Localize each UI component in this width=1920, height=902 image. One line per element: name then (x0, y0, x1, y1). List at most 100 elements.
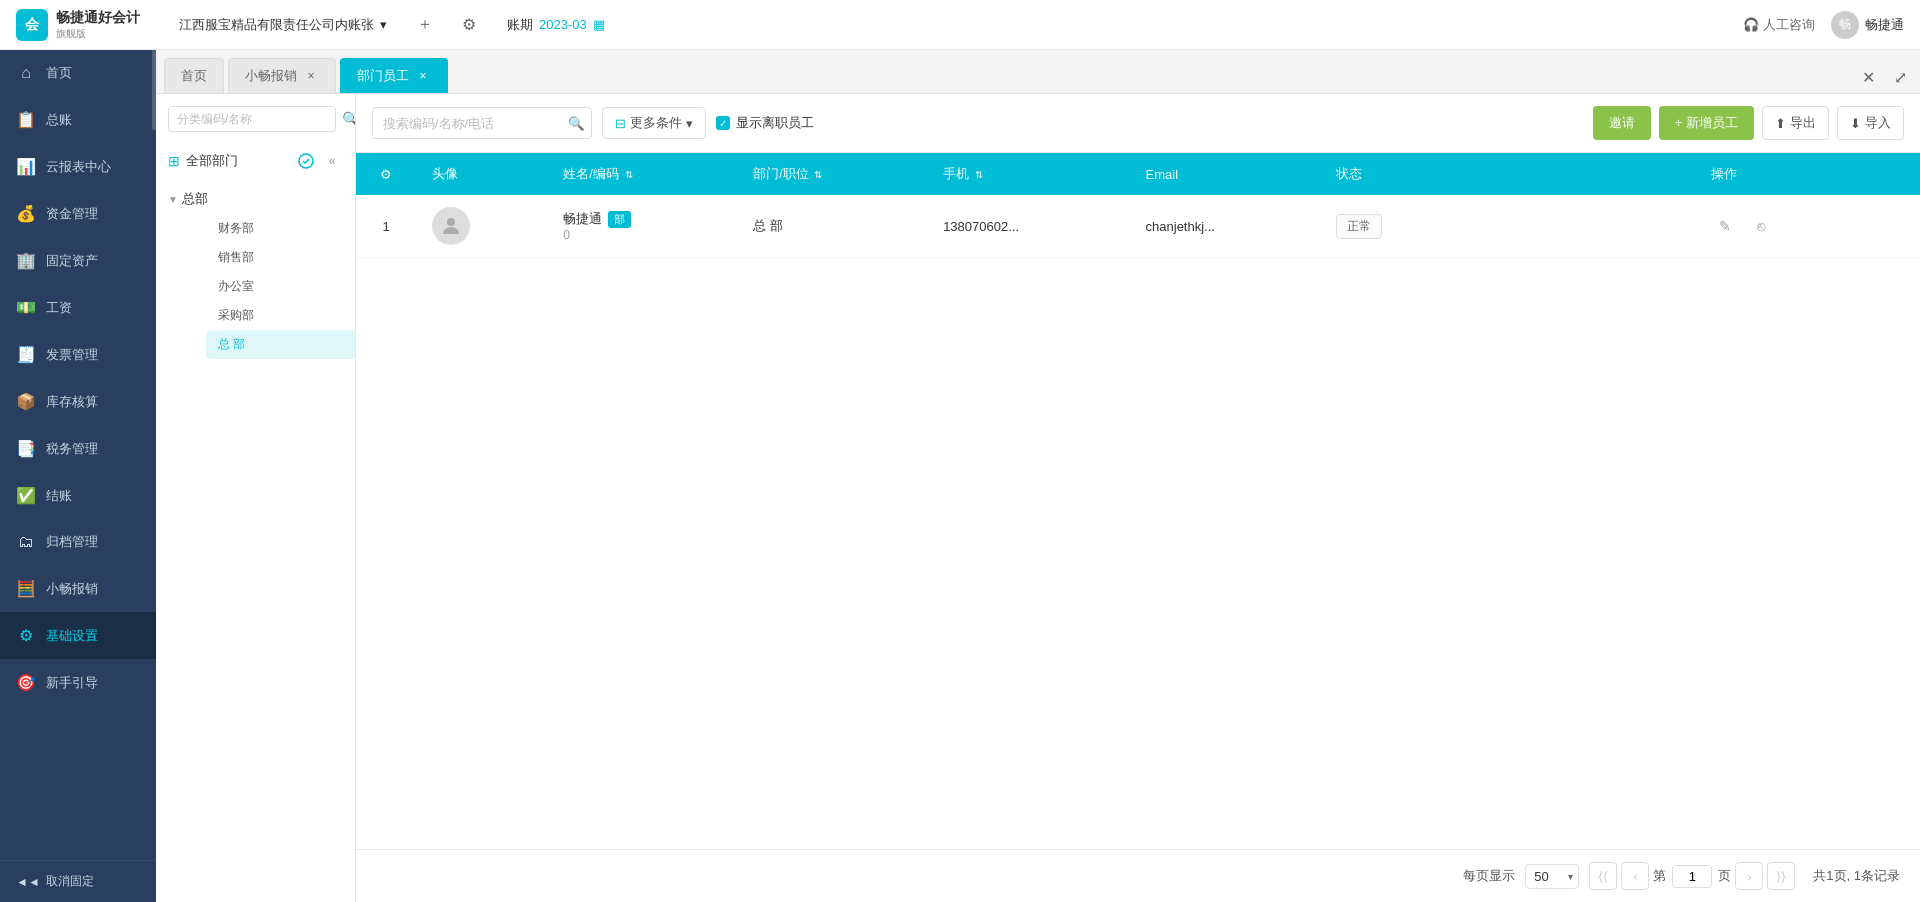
sidebar-item-reports[interactable]: 📊 云报表中心 (0, 143, 156, 190)
search-input[interactable] (373, 110, 561, 137)
sidebar-item-home[interactable]: ⌂ 首页 (0, 50, 156, 96)
add-tab-button[interactable]: ＋ (411, 11, 439, 39)
next-page-button[interactable]: › (1735, 862, 1763, 890)
dept-search-area: 🔍 (156, 106, 355, 142)
sidebar-item-inventory[interactable]: 📦 库存核算 (0, 378, 156, 425)
dept-search-input[interactable] (168, 106, 336, 132)
employee-tag: 部 (608, 211, 631, 228)
home-icon: ⌂ (16, 64, 36, 82)
tab-home[interactable]: 首页 (164, 58, 224, 93)
filter-button[interactable]: ⊟ 更多条件 ▾ (602, 107, 706, 139)
col-name-code[interactable]: 姓名/编码 ⇅ (547, 153, 737, 195)
sidebar-item-guide[interactable]: 🎯 新手引导 (0, 659, 156, 706)
page-label: 第 (1653, 867, 1666, 885)
dept-search-icon[interactable]: 🔍 (342, 111, 356, 127)
company-selector[interactable]: 江西服宝精品有限责任公司内账张 ▾ (171, 12, 395, 38)
show-resigned-checkbox-label[interactable]: ✓ 显示离职员工 (716, 114, 814, 132)
dept-child-office[interactable]: 办公室 (206, 272, 355, 301)
service-button[interactable]: 🎧 人工咨询 (1743, 16, 1815, 34)
dept-child-finance[interactable]: 财务部 (206, 214, 355, 243)
dept-tree: ▼ 总部 财务部 销售部 办公室 采购 (156, 180, 355, 363)
sidebar-unpin-button[interactable]: ◄◄ 取消固定 (0, 860, 156, 902)
sidebar-item-fixed-assets[interactable]: 🏢 固定资产 (0, 237, 156, 284)
sidebar-label-inventory: 库存核算 (46, 393, 98, 411)
service-label: 人工咨询 (1763, 16, 1815, 34)
user-area[interactable]: 畅 畅捷通 (1831, 11, 1904, 39)
sidebar-item-salary[interactable]: 💵 工资 (0, 284, 156, 331)
dept-group-root[interactable]: ▼ 总部 (156, 184, 355, 214)
dept-child-procurement[interactable]: 采购部 (206, 301, 355, 330)
finance-icon: 💰 (16, 204, 36, 223)
tab-xiaochang-close[interactable]: × (303, 68, 319, 84)
employee-code: 0 (563, 228, 721, 242)
tab-dept-close[interactable]: × (415, 68, 431, 84)
page-size-select-wrap: 10 20 50 100 (1525, 864, 1579, 889)
invite-button[interactable]: 邀请 (1593, 106, 1651, 140)
sidebar-item-archive[interactable]: 🗂 归档管理 (0, 519, 156, 565)
accounting-period[interactable]: 账期 2023-03 ▦ (507, 16, 605, 34)
current-page-input[interactable] (1672, 865, 1712, 888)
row-actions-cell: ✎ ⎋ (1695, 195, 1920, 258)
tab-xiaochang[interactable]: 小畅报销 × (228, 58, 336, 93)
col-dept-position[interactable]: 部门/职位 ⇅ (737, 153, 927, 195)
page-size-select[interactable]: 10 20 50 100 (1525, 864, 1579, 889)
first-page-button[interactable]: ⟨⟨ (1589, 862, 1617, 890)
dept-child-sales[interactable]: 销售部 (206, 243, 355, 272)
col-settings[interactable]: ⚙ (356, 153, 416, 195)
tab-actions: ✕ ⤢ (1856, 65, 1912, 93)
tab-dept-employee[interactable]: 部门员工 × (340, 58, 448, 93)
archive-icon: 🗂 (16, 533, 36, 551)
sidebar-item-settings[interactable]: ⚙ 基础设置 (0, 612, 156, 659)
search-icon: 🔍 (568, 116, 585, 131)
edit-employee-button[interactable]: ✎ (1711, 212, 1739, 240)
col-phone[interactable]: 手机 ⇅ (927, 153, 1129, 195)
row-index: 1 (356, 195, 416, 258)
expand-window-button[interactable]: ⤢ (1888, 65, 1912, 89)
settings-button[interactable]: ⚙ (455, 11, 483, 39)
sidebar-item-tax[interactable]: 📑 税务管理 (0, 425, 156, 472)
sidebar-item-xiaochang[interactable]: 🧮 小畅报销 (0, 565, 156, 612)
company-name: 江西服宝精品有限责任公司内账张 (179, 16, 374, 34)
dept-header-actions: « (295, 150, 343, 172)
employee-email: chanjethkj... (1146, 219, 1215, 234)
row-phone-cell: 138070602... (927, 195, 1129, 258)
sidebar-label-fixed-assets: 固定资产 (46, 252, 98, 270)
prev-page-button[interactable]: ‹ (1621, 862, 1649, 890)
dept-collapse-button[interactable]: « (321, 150, 343, 172)
sidebar-item-general-ledger[interactable]: 📋 总账 (0, 96, 156, 143)
show-resigned-checkbox[interactable]: ✓ (716, 116, 730, 130)
dept-edit-button[interactable] (295, 150, 317, 172)
status-badge: 正常 (1336, 214, 1382, 239)
total-info: 共1页, 1条记录 (1813, 867, 1900, 885)
close-window-button[interactable]: ✕ (1856, 65, 1880, 89)
page-number-area: 第 页 (1653, 865, 1731, 888)
employee-dept: 总 部 (753, 218, 783, 233)
employee-name-area: 畅捷通 部 (563, 210, 721, 228)
add-icon: ＋ (417, 14, 433, 35)
sidebar-item-closing[interactable]: ✅ 结账 (0, 472, 156, 519)
col-status: 状态 (1320, 153, 1695, 195)
search-button[interactable]: 🔍 (561, 108, 591, 138)
dept-all-label: 全部部门 (186, 152, 238, 170)
unpin-icon: ◄◄ (16, 875, 40, 889)
last-page-button[interactable]: ⟩⟩ (1767, 862, 1795, 890)
add-employee-button[interactable]: + 新增员工 (1659, 106, 1754, 140)
logout-employee-button[interactable]: ⎋ (1747, 212, 1775, 240)
sidebar-item-invoices[interactable]: 🧾 发票管理 (0, 331, 156, 378)
logout-icon: ⎋ (1757, 218, 1765, 234)
export-button[interactable]: ⬆ 导出 (1762, 106, 1829, 140)
dept-all-header[interactable]: ⊞ 全部部门 « (156, 142, 355, 180)
sidebar-label-finance: 资金管理 (46, 205, 98, 223)
row-name-code-cell: 畅捷通 部 0 (547, 195, 737, 258)
import-button[interactable]: ⬇ 导入 (1837, 106, 1904, 140)
employee-table: ⚙ 头像 姓名/编码 ⇅ 部门/职位 (356, 153, 1920, 258)
employee-phone: 138070602... (943, 219, 1019, 234)
dept-expand-icon: ▼ (168, 194, 178, 205)
main-layout: ⌂ 首页 📋 总账 📊 云报表中心 💰 资金管理 🏢 固定资产 💵 工资 🧾 发… (0, 50, 1920, 902)
logo-icon: 会 (16, 9, 48, 41)
dept-child-general[interactable]: 总 部 (206, 330, 355, 359)
sidebar-item-finance[interactable]: 💰 资金管理 (0, 190, 156, 237)
person-icon (439, 214, 463, 238)
sidebar-label-xiaochang: 小畅报销 (46, 580, 98, 598)
employee-area: 🔍 ⊟ 更多条件 ▾ ✓ 显示离职员工 邀请 (356, 94, 1920, 902)
